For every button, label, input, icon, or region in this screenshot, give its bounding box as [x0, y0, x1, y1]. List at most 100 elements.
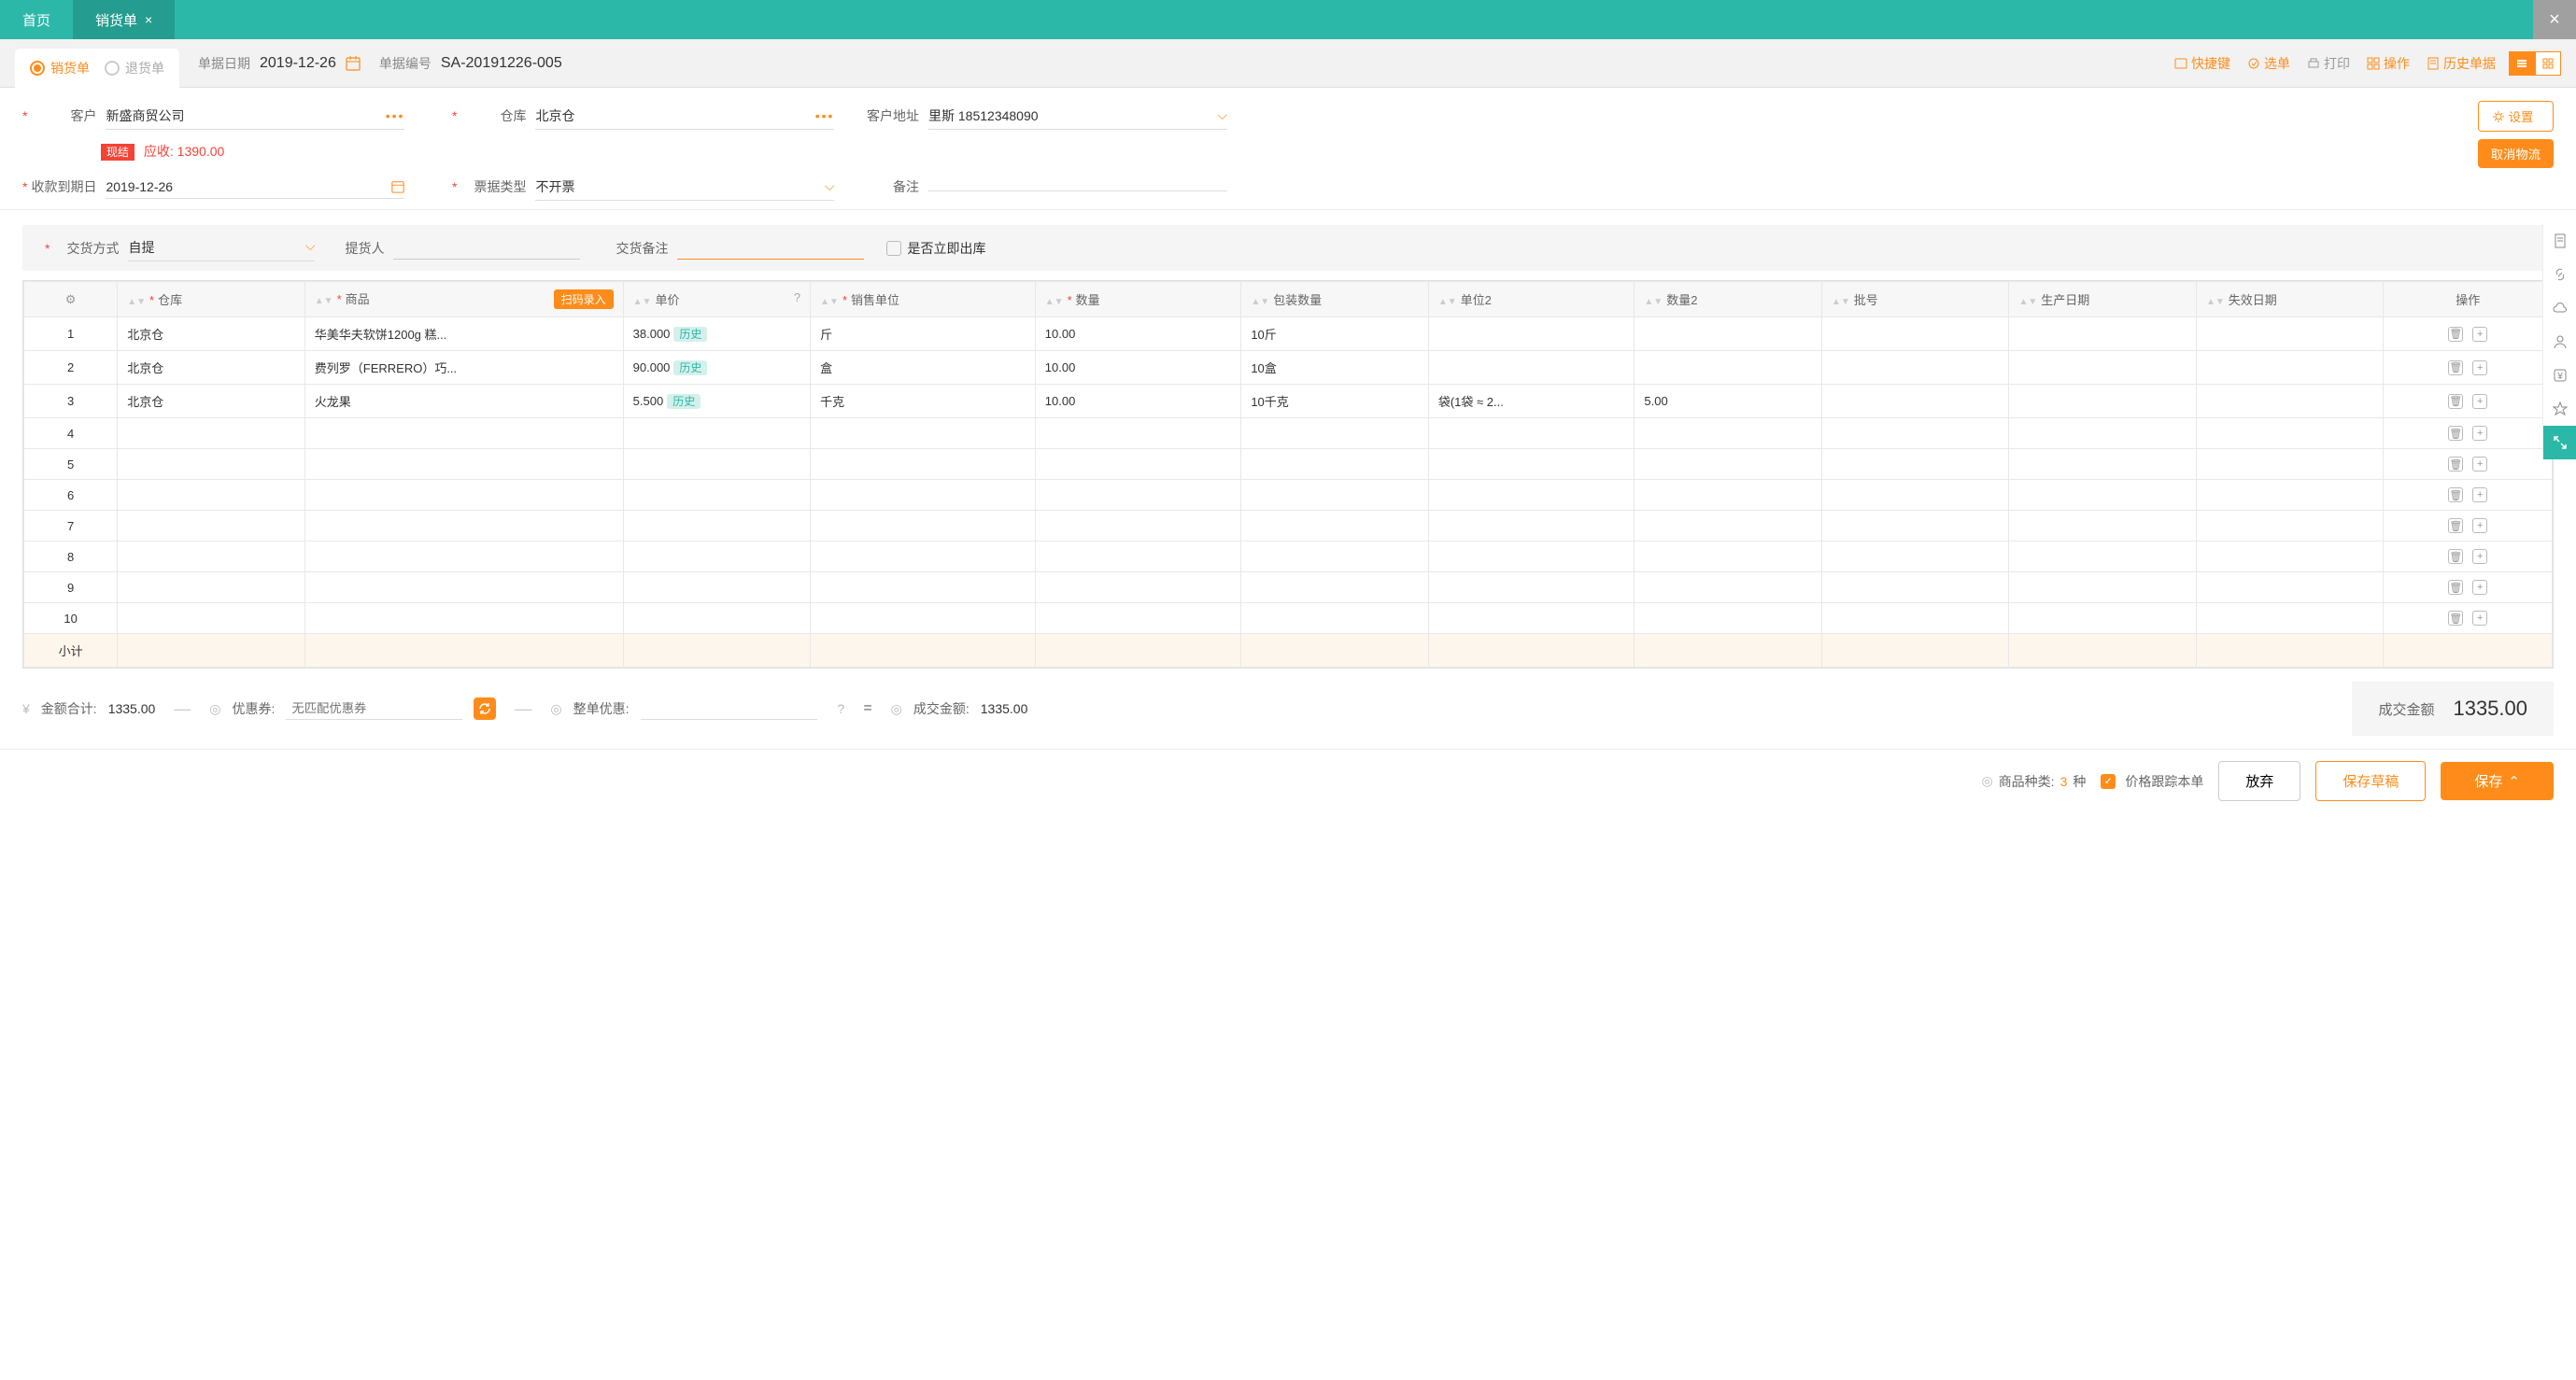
col-unit[interactable]: ▲▼*销售单位	[811, 282, 1036, 317]
col-pack-qty[interactable]: ▲▼包装数量	[1241, 282, 1429, 317]
refresh-button[interactable]	[474, 697, 496, 720]
save-button[interactable]: 保存 ⌃	[2441, 762, 2554, 800]
cell-pack-qty[interactable]	[1241, 572, 1429, 603]
cell-warehouse[interactable]	[118, 511, 305, 542]
cell-price[interactable]	[623, 418, 811, 449]
invoice-type-select[interactable]: 不开票⌵	[535, 174, 834, 201]
cell-batch[interactable]	[1821, 511, 2009, 542]
list-view-button[interactable]	[2509, 51, 2535, 76]
due-date-input[interactable]: 2019-12-26	[106, 176, 404, 199]
col-prod-date[interactable]: ▲▼生产日期	[2009, 282, 2197, 317]
cell-pack-qty[interactable]	[1241, 603, 1429, 634]
col-warehouse[interactable]: ▲▼*仓库	[118, 282, 305, 317]
cell-qty2[interactable]	[1635, 449, 1822, 480]
shortcut-button[interactable]: 快捷键	[2174, 54, 2230, 73]
add-row-icon[interactable]: +	[2472, 360, 2487, 375]
cell-unit[interactable]	[811, 418, 1036, 449]
delivery-remark-input[interactable]	[677, 237, 864, 260]
delete-row-icon[interactable]: 🗑	[2448, 394, 2463, 409]
cell-exp-date[interactable]	[2196, 385, 2384, 418]
cell-pack-qty[interactable]	[1241, 511, 1429, 542]
cell-prod-date[interactable]	[2009, 572, 2197, 603]
delete-row-icon[interactable]: 🗑	[2448, 580, 2463, 595]
cell-batch[interactable]	[1821, 542, 2009, 572]
cell-prod-date[interactable]	[2009, 449, 2197, 480]
cell-warehouse[interactable]	[118, 603, 305, 634]
table-row[interactable]: 6 🗑 +	[24, 480, 2553, 511]
rail-cloud-icon[interactable]	[2542, 291, 2576, 325]
cell-exp-date[interactable]	[2196, 317, 2384, 351]
cell-exp-date[interactable]	[2196, 351, 2384, 385]
cell-prod-date[interactable]	[2009, 603, 2197, 634]
rail-expand-icon[interactable]	[2542, 426, 2576, 459]
rail-user-icon[interactable]	[2542, 325, 2576, 359]
immediate-checkbox-group[interactable]: 是否立即出库	[886, 239, 985, 258]
chevron-down-icon[interactable]: ⌵	[825, 178, 835, 194]
cell-qty2[interactable]	[1635, 603, 1822, 634]
cell-product[interactable]	[304, 542, 623, 572]
cell-warehouse[interactable]	[118, 418, 305, 449]
calendar-icon[interactable]	[391, 180, 404, 193]
cell-qty[interactable]: 10.00	[1035, 317, 1241, 351]
cell-price[interactable]: 90.000历史	[623, 351, 811, 385]
operate-button[interactable]: 操作	[2367, 54, 2410, 73]
cell-prod-date[interactable]	[2009, 511, 2197, 542]
table-row[interactable]: 5 🗑 +	[24, 449, 2553, 480]
cell-qty2[interactable]: 5.00	[1635, 385, 1822, 418]
cell-unit2[interactable]	[1428, 351, 1635, 385]
cell-price[interactable]: 38.000历史	[623, 317, 811, 351]
cell-unit2[interactable]	[1428, 418, 1635, 449]
table-row[interactable]: 9 🗑 +	[24, 572, 2553, 603]
rail-document-icon[interactable]	[2542, 224, 2576, 258]
cell-pack-qty[interactable]: 10盒	[1241, 351, 1429, 385]
add-row-icon[interactable]: +	[2472, 426, 2487, 441]
cell-qty2[interactable]	[1635, 511, 1822, 542]
coupon-input[interactable]	[286, 697, 462, 720]
cell-exp-date[interactable]	[2196, 511, 2384, 542]
cancel-logistics-button[interactable]: 取消物流	[2478, 139, 2554, 168]
cell-price[interactable]	[623, 603, 811, 634]
add-row-icon[interactable]: +	[2472, 394, 2487, 409]
add-row-icon[interactable]: +	[2472, 457, 2487, 472]
cell-exp-date[interactable]	[2196, 572, 2384, 603]
tab-sales-order[interactable]: 销货单 ×	[73, 0, 175, 39]
cell-product[interactable]	[304, 511, 623, 542]
save-draft-button[interactable]: 保存草稿	[2315, 761, 2426, 801]
cell-unit[interactable]	[811, 542, 1036, 572]
cell-prod-date[interactable]	[2009, 351, 2197, 385]
history-button[interactable]: 历史	[673, 327, 707, 342]
cell-batch[interactable]	[1821, 385, 2009, 418]
cell-qty[interactable]	[1035, 511, 1241, 542]
cell-unit[interactable]	[811, 480, 1036, 511]
cell-batch[interactable]	[1821, 351, 2009, 385]
cell-prod-date[interactable]	[2009, 480, 2197, 511]
cell-pack-qty[interactable]	[1241, 542, 1429, 572]
cell-price[interactable]: 5.500历史	[623, 385, 811, 418]
cell-unit[interactable]	[811, 449, 1036, 480]
cell-price[interactable]	[623, 449, 811, 480]
cell-warehouse[interactable]: 北京仓	[118, 351, 305, 385]
delete-row-icon[interactable]: 🗑	[2448, 549, 2463, 564]
cell-price[interactable]	[623, 511, 811, 542]
delete-row-icon[interactable]: 🗑	[2448, 327, 2463, 342]
rail-yen-icon[interactable]: ¥	[2542, 359, 2576, 392]
cell-unit[interactable]	[811, 572, 1036, 603]
warehouse-input[interactable]: 北京仓•••	[535, 103, 834, 130]
cell-pack-qty[interactable]	[1241, 480, 1429, 511]
cell-pack-qty[interactable]: 10斤	[1241, 317, 1429, 351]
cell-price[interactable]	[623, 572, 811, 603]
cell-pack-qty[interactable]: 10千克	[1241, 385, 1429, 418]
col-price[interactable]: ▲▼单价?	[623, 282, 811, 317]
add-row-icon[interactable]: +	[2472, 611, 2487, 626]
chevron-down-icon[interactable]: ⌵	[305, 238, 316, 257]
table-row[interactable]: 4 🗑 +	[24, 418, 2553, 449]
help-icon[interactable]: ?	[794, 290, 800, 304]
chevron-down-icon[interactable]: ⌵	[1217, 107, 1227, 123]
cell-prod-date[interactable]	[2009, 542, 2197, 572]
cell-qty[interactable]	[1035, 449, 1241, 480]
cell-qty[interactable]	[1035, 603, 1241, 634]
help-icon[interactable]: ?	[838, 701, 845, 716]
cell-unit2[interactable]	[1428, 511, 1635, 542]
cell-product[interactable]: 华美华夫软饼1200g 糕...	[304, 317, 623, 351]
cell-unit2[interactable]	[1428, 480, 1635, 511]
